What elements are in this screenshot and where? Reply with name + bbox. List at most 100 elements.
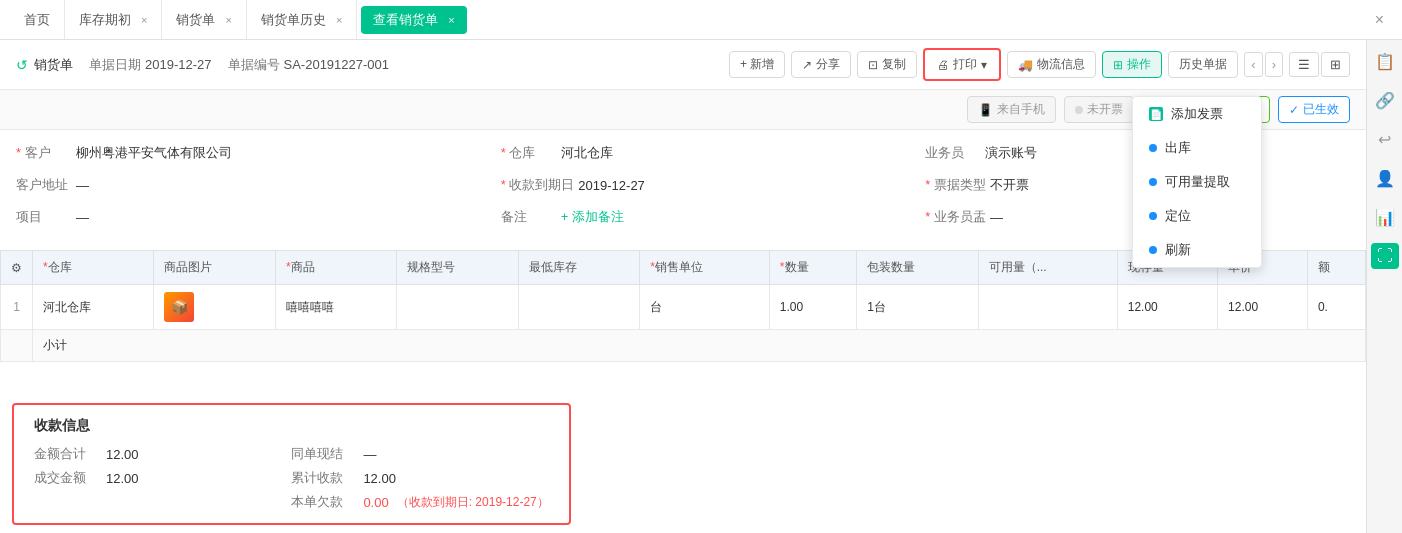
warehouse-label: 仓库	[501, 144, 557, 162]
tab-bar: 首页 库存期初 × 销货单 × 销货单历史 × 查看销货单 × ×	[0, 0, 1402, 40]
sidebar-icon-return[interactable]: ↩	[1374, 126, 1395, 153]
operations-button[interactable]: ⊞ 操作	[1102, 51, 1162, 78]
share-button[interactable]: ↗ 分享	[791, 51, 851, 78]
due-date-value: 2019-12-27	[574, 176, 649, 195]
col-unit: *销售单位	[640, 251, 770, 285]
sidebar-icon-link[interactable]: 🔗	[1371, 87, 1399, 114]
settlement-value: —	[363, 447, 376, 462]
dropdown-available-qty[interactable]: 可用量提取	[1133, 165, 1261, 199]
customer-field: 客户 柳州粤港平安气体有限公司	[16, 142, 441, 164]
customer-value: 柳州粤港平安气体有限公司	[72, 142, 236, 164]
tab-history-close[interactable]: ×	[336, 14, 342, 26]
history-button[interactable]: 历史单据	[1168, 51, 1238, 78]
deal-label: 成交金额	[34, 469, 98, 487]
prev-arrow[interactable]: ‹	[1244, 52, 1262, 77]
new-button[interactable]: + 新增	[729, 51, 785, 78]
nav-arrows: ‹ ›	[1244, 52, 1283, 77]
row-current-stock: 12.00	[1117, 285, 1217, 330]
dropdown-outbound[interactable]: 出库	[1133, 131, 1261, 165]
staff2-label: 业务员盂	[925, 208, 986, 226]
col-product: *商品	[275, 251, 396, 285]
effective-status-button[interactable]: ✓ 已生效	[1278, 96, 1350, 123]
print-button[interactable]: 🖨 打印 ▾	[927, 52, 997, 77]
doc-date-field: 单据日期 2019-12-27	[89, 56, 212, 74]
tab-inventory-close[interactable]: ×	[141, 14, 147, 26]
print-dropdown-arrow: ▾	[981, 58, 987, 72]
payment-grid: 金额合计 12.00 同单现结 — 成交金额 12.00 累计收款	[34, 445, 549, 511]
add-note-button[interactable]: + 添加备注	[557, 206, 628, 228]
row-min-stock	[518, 285, 639, 330]
col-gear: ⚙	[1, 251, 33, 285]
subtotal-label-cell	[1, 330, 33, 362]
doc-number-field: 单据编号 SA-20191227-001	[228, 56, 390, 74]
document-header: ↺ 销货单 单据日期 2019-12-27 单据编号 SA-20191227-0…	[0, 40, 1366, 90]
payment-box: 收款信息 金额合计 12.00 同单现结 — 成交金额 12.00	[12, 403, 571, 525]
tab-home[interactable]: 首页	[10, 0, 65, 39]
date-label: 单据日期	[89, 56, 141, 74]
col-min-stock: 最低库存	[518, 251, 639, 285]
cumulative-value: 12.00	[363, 471, 396, 486]
customer-label: 客户	[16, 144, 72, 162]
table-wrapper[interactable]: ⚙ *仓库 商品图片 *商品 规格型号 最低库存 *销售单位 *数量 包装数量 …	[0, 250, 1366, 395]
grid-icon: ⊞	[1113, 58, 1123, 72]
col-spec: 规格型号	[397, 251, 518, 285]
dot-gray-icon	[1075, 106, 1083, 114]
grid-view-btn[interactable]: ⊞	[1321, 52, 1350, 77]
logistics-button[interactable]: 🚚 物流信息	[1007, 51, 1096, 78]
col-quantity: *数量	[769, 251, 856, 285]
project-field: 项目 —	[16, 208, 441, 227]
sidebar-icon-doc[interactable]: 📋	[1371, 48, 1399, 75]
tab-sales-close[interactable]: ×	[225, 14, 231, 26]
dropdown-locate[interactable]: 定位	[1133, 199, 1261, 233]
tab-bar-end: ×	[1367, 11, 1392, 29]
window-close-button[interactable]: ×	[1367, 7, 1392, 32]
sidebar-icon-expand[interactable]: ⛶	[1371, 243, 1399, 269]
row-product: 嘻嘻嘻嘻	[275, 285, 396, 330]
due-date-label: 收款到期日	[501, 176, 575, 194]
owed-value: 0.00	[363, 495, 388, 510]
check-circle-blue-icon: ✓	[1289, 103, 1299, 117]
tab-inventory-init[interactable]: 库存期初 ×	[65, 0, 162, 39]
row-spec	[397, 285, 518, 330]
print-icon: 🖨	[937, 58, 949, 72]
tab-view-sales-close[interactable]: ×	[448, 14, 454, 26]
col-available: 可用量（...	[978, 251, 1117, 285]
due-date-field: 收款到期日 2019-12-27	[501, 176, 926, 195]
from-phone-button[interactable]: 📱 来自手机	[967, 96, 1056, 123]
next-arrow[interactable]: ›	[1265, 52, 1283, 77]
list-view-btn[interactable]: ☰	[1289, 52, 1319, 77]
payment-row-owed: 本单欠款 0.00 （收款到期日: 2019-12-27）	[291, 493, 548, 511]
tab-sales-order[interactable]: 销货单 ×	[162, 0, 246, 39]
staff-label: 业务员	[925, 144, 981, 162]
col-pack-qty: 包装数量	[857, 251, 978, 285]
copy-button[interactable]: ⊡ 复制	[857, 51, 917, 78]
row-product-img: 📦	[154, 285, 275, 330]
cumulative-label: 累计收款	[291, 469, 355, 487]
warehouse-value: 河北仓库	[557, 142, 617, 164]
tab-sales-history[interactable]: 销货单历史 ×	[247, 0, 357, 39]
dropdown-refresh[interactable]: 刷新	[1133, 233, 1261, 267]
not-open-button[interactable]: 未开票	[1064, 96, 1134, 123]
phone-icon: 📱	[978, 103, 993, 117]
copy-icon: ⊡	[868, 58, 878, 72]
sidebar-icon-chart[interactable]: 📊	[1371, 204, 1399, 231]
outbound-dot-icon	[1149, 144, 1157, 152]
locate-dot-icon	[1149, 212, 1157, 220]
doc-meta: 单据日期 2019-12-27 单据编号 SA-20191227-001	[89, 56, 389, 74]
bottom-info-row: 收款信息 金额合计 12.00 同单现结 — 成交金额 12.00	[0, 395, 1366, 533]
ticket-type-value: 不开票	[986, 174, 1033, 196]
row-available	[978, 285, 1117, 330]
date-value: 2019-12-27	[145, 57, 212, 72]
address-field: 客户地址 —	[16, 176, 441, 195]
staff2-value: —	[986, 208, 1007, 227]
note-field: 备注 + 添加备注	[501, 206, 926, 228]
dropdown-add-invoice[interactable]: 📄 添加发票	[1133, 97, 1261, 131]
doc-title: ↺ 销货单	[16, 56, 73, 74]
row-unit-price: 12.00	[1218, 285, 1308, 330]
col-amount: 额	[1307, 251, 1365, 285]
payment-row-settlement: 同单现结 —	[291, 445, 548, 463]
row-unit: 台	[640, 285, 770, 330]
sidebar-icon-user[interactable]: 👤	[1371, 165, 1399, 192]
table-section: ⚙ *仓库 商品图片 *商品 规格型号 最低库存 *销售单位 *数量 包装数量 …	[0, 250, 1366, 533]
tab-view-sales[interactable]: 查看销货单 ×	[361, 6, 466, 34]
